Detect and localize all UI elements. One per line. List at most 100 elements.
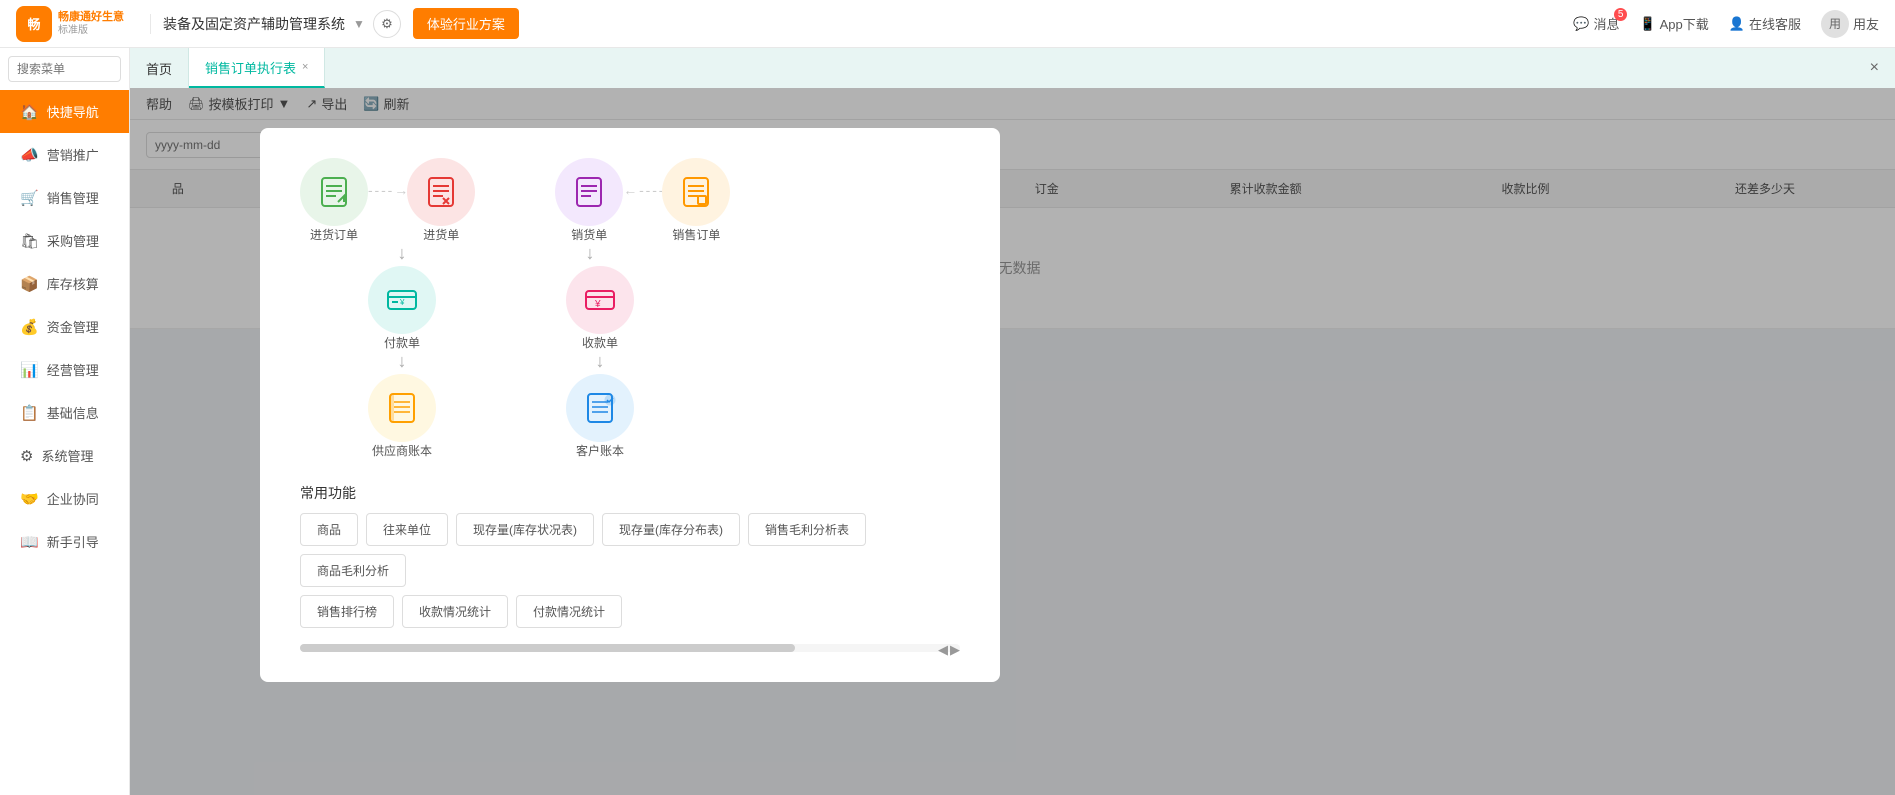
system-icon: ⚙ (20, 447, 33, 465)
receipt-bill-circle: ¥ (566, 266, 634, 334)
func-btn-sales-profit[interactable]: 销售毛利分析表 (748, 513, 866, 546)
user-area[interactable]: 用 用友 (1821, 10, 1879, 38)
system-title-text: 装备及固定资产辅助管理系统 (163, 14, 345, 34)
func-btn-goods[interactable]: 商品 (300, 513, 358, 546)
sidebar-item-sales[interactable]: 🛒 销售管理 (0, 176, 129, 219)
app-download-button[interactable]: 📱 App下载 (1639, 14, 1708, 33)
service-icon: 👤 (1729, 16, 1745, 32)
marketing-icon: 📣 (20, 146, 39, 164)
operations-icon: 📊 (20, 361, 39, 379)
sidebar-item-inventory[interactable]: 📦 库存核算 (0, 262, 129, 305)
sidebar-item-marketing[interactable]: 📣 营销推广 (0, 133, 129, 176)
sidebar-item-basic[interactable]: 📋 基础信息 (0, 391, 129, 434)
sidebar-item-quick-nav[interactable]: 🏠 快捷导航 (0, 90, 129, 133)
logo-icon: 畅 (16, 6, 52, 42)
func-btn-receipt-stats[interactable]: 收款情况统计 (402, 595, 508, 628)
main-area: 🏠 快捷导航 📣 营销推广 🛒 销售管理 🛍 采购管理 📦 库存核算 💰 (0, 48, 1895, 795)
flow-item-sales-order[interactable]: 销售订单 (662, 158, 730, 243)
collab-icon: 🤝 (20, 490, 39, 508)
flow-item-customer-ledger[interactable]: 客户账本 (566, 374, 634, 459)
sidebar-label-collab: 企业协同 (47, 489, 99, 508)
sidebar-label-guide: 新手引导 (47, 532, 99, 551)
basic-icon: 📋 (20, 404, 39, 422)
func-btn-payment-stats[interactable]: 付款情况统计 (516, 595, 622, 628)
func-btn-goods-profit[interactable]: 商品毛利分析 (300, 554, 406, 587)
scroll-left-icon[interactable]: ◀ (938, 642, 948, 658)
down-arrow-payment: ↓ (368, 351, 436, 372)
online-service-button[interactable]: 👤 在线客服 (1729, 14, 1801, 33)
svg-text:¥: ¥ (399, 298, 405, 307)
online-service-label: 在线客服 (1749, 14, 1801, 33)
flow-item-supplier-ledger[interactable]: 供应商账本 (368, 374, 436, 459)
sidebar-label-purchase: 采购管理 (47, 231, 99, 250)
func-btn-stock-dist[interactable]: 现存量(库存分布表) (602, 513, 740, 546)
scrollbar-thumb[interactable] (300, 644, 795, 652)
flow-item-payment-bill[interactable]: ¥ 付款单 (368, 266, 436, 351)
message-badge: 5 (1614, 8, 1628, 21)
purchase-bill-circle (407, 158, 475, 226)
system-dropdown-icon[interactable]: ▼ (353, 17, 365, 31)
sidebar: 🏠 快捷导航 📣 营销推广 🛒 销售管理 🛍 采购管理 📦 库存核算 💰 (0, 48, 130, 795)
sidebar-item-guide[interactable]: 📖 新手引导 (0, 520, 129, 563)
flow-row-3: 供应商账本 客户账本 (300, 374, 960, 459)
search-box (0, 48, 129, 90)
flow-item-purchase-order[interactable]: 进货订单 (300, 158, 368, 243)
window-close-icon[interactable]: × (1854, 59, 1895, 77)
trial-button[interactable]: 体验行业方案 (413, 8, 519, 39)
top-bar: 畅 畅康通好生意 标准版 装备及固定资产辅助管理系统 ▼ ⚙ 体验行业方案 💬 … (0, 0, 1895, 48)
home-icon: 🏠 (20, 103, 39, 121)
guide-icon: 📖 (20, 533, 39, 551)
payment-bill-label: 付款单 (384, 334, 420, 351)
message-button[interactable]: 💬 消息 5 (1573, 14, 1619, 33)
func-btn-partner[interactable]: 往来单位 (366, 513, 448, 546)
purchase-bill-label: 进货单 (423, 226, 459, 243)
app-icon: 📱 (1639, 16, 1655, 32)
flow-item-sales-bill[interactable]: 销货单 (555, 158, 623, 243)
func-btn-stock-status[interactable]: 现存量(库存状况表) (456, 513, 594, 546)
arrow-h1: - - - - → (368, 182, 407, 198)
sidebar-item-finance[interactable]: 💰 资金管理 (0, 305, 129, 348)
tab-bar: 首页 销售订单执行表 × × (130, 48, 1895, 88)
down-arrow-sales: ↓ (556, 243, 624, 264)
content-area: 首页 销售订单执行表 × × 帮助 🖨按模板打印▼ ↗导出 🔄刷新 (130, 48, 1895, 795)
purchase-order-circle (300, 158, 368, 226)
sp-f (436, 351, 566, 372)
flow-row-1: 进货订单 - - - - → 进货单 (300, 158, 960, 243)
tab-home[interactable]: 首页 (130, 48, 189, 88)
app-download-label: App下载 (1660, 14, 1709, 33)
flow-arrows-down2: ↓ ↓ (300, 351, 960, 372)
sidebar-label-marketing: 营销推广 (47, 145, 99, 164)
sp-e (300, 351, 368, 372)
purchase-order-label: 进货订单 (310, 226, 358, 243)
settings-icon[interactable]: ⚙ (373, 10, 401, 38)
modal-overlay[interactable]: 进货订单 - - - - → 进货单 (130, 88, 1895, 795)
tab-close-icon[interactable]: × (302, 61, 308, 73)
func-btn-sales-rank[interactable]: 销售排行榜 (300, 595, 394, 628)
flow-item-purchase-bill[interactable]: 进货单 (407, 158, 475, 243)
sp-a (300, 243, 368, 264)
sidebar-label-basic: 基础信息 (47, 403, 99, 422)
finance-icon: 💰 (20, 318, 39, 336)
search-input[interactable] (8, 56, 121, 82)
scroll-right-icon[interactable]: ▶ (950, 642, 960, 658)
flow-item-receipt-bill[interactable]: ¥ 收款单 (566, 266, 634, 351)
page-content: 帮助 🖨按模板打印▼ ↗导出 🔄刷新 📅 单据状态 更多条件 查询 设置 (130, 88, 1895, 795)
tab-sales-order[interactable]: 销售订单执行表 × (189, 48, 325, 88)
scrollbar-track (300, 644, 960, 652)
supplier-ledger-label: 供应商账本 (372, 442, 432, 459)
sidebar-item-collab[interactable]: 🤝 企业协同 (0, 477, 129, 520)
inventory-icon: 📦 (20, 275, 39, 293)
tab-home-label: 首页 (146, 59, 172, 78)
sales-icon: 🛒 (20, 189, 39, 207)
flow-arrows-down: ↓ ↓ (300, 243, 960, 264)
payment-bill-circle: ¥ (368, 266, 436, 334)
sidebar-label-inventory: 库存核算 (47, 274, 99, 293)
sidebar-item-operations[interactable]: 📊 经营管理 (0, 348, 129, 391)
logo-area: 畅 畅康通好生意 标准版 (16, 6, 146, 42)
sidebar-item-system[interactable]: ⚙ 系统管理 (0, 434, 129, 477)
flow-row-2: ¥ 付款单 ¥ (300, 266, 960, 351)
modal-dialog: 进货订单 - - - - → 进货单 (260, 128, 1000, 682)
user-avatar: 用 (1821, 10, 1849, 38)
sidebar-item-purchase[interactable]: 🛍 采购管理 (0, 219, 129, 262)
flow-section: 进货订单 - - - - → 进货单 (300, 158, 960, 459)
